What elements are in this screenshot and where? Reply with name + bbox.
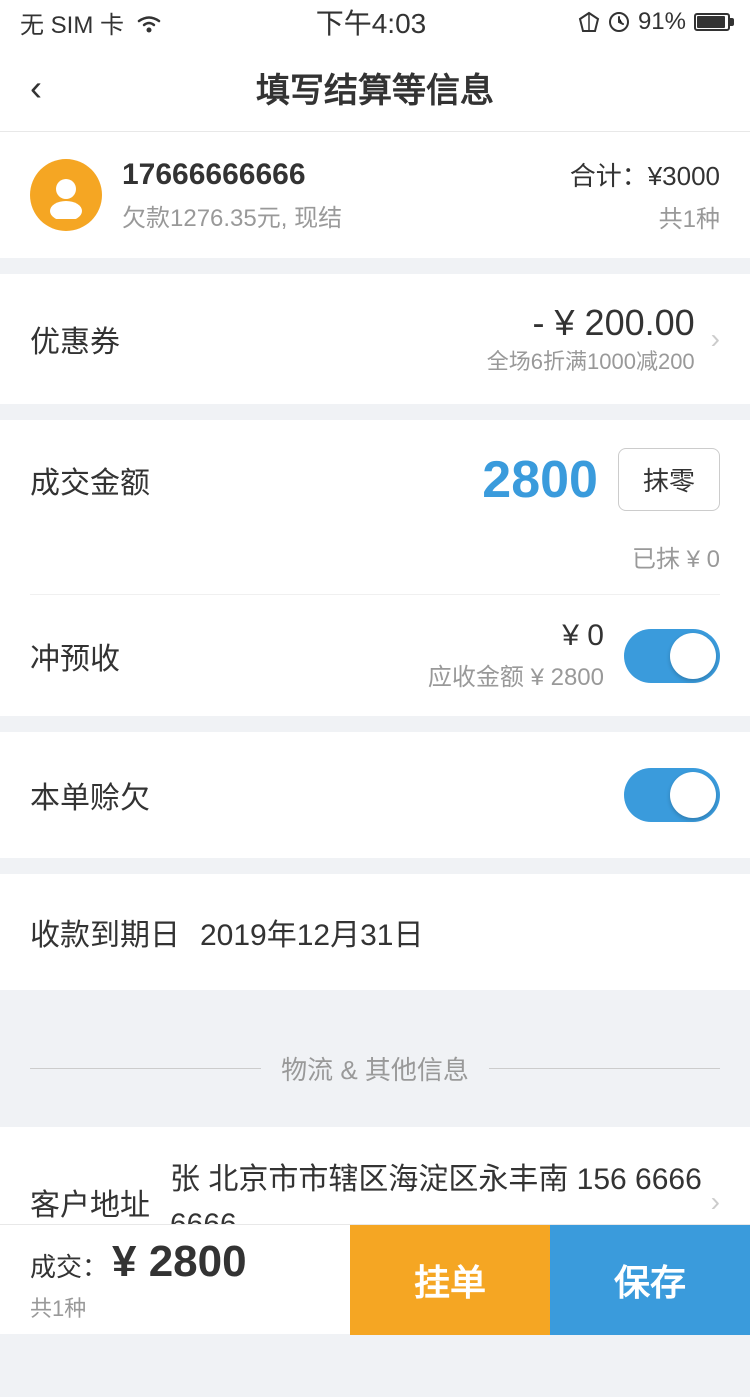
coupon-row[interactable]: 优惠券 - ¥ 200.00 全场6折满1000减200 ›: [0, 274, 750, 404]
customer-left: 17666666666 欠款1276.35元, 现结: [30, 158, 342, 233]
prepay-toggle[interactable]: [624, 629, 720, 683]
toggle-knob: [670, 633, 716, 679]
location-icon: [578, 11, 600, 33]
prepay-amount-block: ¥ 0 应收金额 ¥ 2800: [428, 619, 604, 692]
bottom-amount: ¥ 2800: [112, 1237, 247, 1287]
total-count: 共1种: [570, 199, 720, 234]
status-right: 91%: [578, 8, 730, 36]
avatar-icon: [42, 171, 90, 219]
coupon-right-block: - ¥ 200.00 全场6折满1000减200: [487, 302, 695, 376]
logistics-label: 物流 & 其他信息: [281, 1050, 469, 1087]
prepay-amount: ¥ 0: [428, 619, 604, 653]
bottom-count: 共1种: [30, 1291, 320, 1323]
sim-label: 无 SIM 卡: [20, 5, 124, 40]
save-button[interactable]: 保存: [550, 1225, 750, 1335]
deal-amount-row: 成交金额 2800 抹零: [0, 420, 750, 539]
bad-debt-toggle-knob: [670, 772, 716, 818]
bad-debt-toggle[interactable]: [624, 768, 720, 822]
back-button[interactable]: ‹: [30, 67, 42, 109]
deal-amount-right: 2800 抹零: [482, 448, 720, 511]
deal-amount-value: 2800: [482, 450, 598, 510]
address-label: 客户地址: [30, 1180, 150, 1224]
prepay-right: ¥ 0 应收金额 ¥ 2800: [428, 619, 720, 692]
avatar: [30, 159, 102, 231]
round-zero-button[interactable]: 抹零: [618, 448, 720, 511]
nav-bar: ‹ 填写结算等信息: [0, 44, 750, 132]
battery-icon: [694, 13, 730, 31]
pending-button[interactable]: 挂单: [350, 1225, 550, 1335]
coupon-desc: 全场6折满1000减200: [487, 344, 695, 376]
bottom-bar: 成交： ¥ 2800 共1种 挂单 保存: [0, 1224, 750, 1334]
sep-line-left: [30, 1068, 261, 1069]
due-date-label: 收款到期日: [30, 910, 180, 954]
status-bar: 无 SIM 卡 下午4:03 91%: [0, 0, 750, 44]
customer-phone: 17666666666: [122, 158, 342, 192]
customer-debt: 欠款1276.35元, 现结: [122, 198, 342, 233]
due-date-row: 收款到期日 2019年12月31日: [0, 874, 750, 990]
coupon-label: 优惠券: [30, 317, 120, 361]
prepay-receivable: 应收金额 ¥ 2800: [428, 657, 604, 692]
wifi-icon: [134, 11, 164, 33]
prepay-label: 冲预收: [30, 634, 120, 678]
coupon-right: - ¥ 200.00 全场6折满1000减200 ›: [487, 302, 720, 376]
deal-sub-text: 已抹 ¥ 0: [0, 539, 750, 594]
address-chevron-icon: ›: [711, 1186, 720, 1218]
content-area: 17666666666 欠款1276.35元, 现结 合计：¥3000 共1种 …: [0, 132, 750, 1397]
page-title: 填写结算等信息: [256, 63, 494, 112]
clock-icon: [608, 11, 630, 33]
sep-line-right: [489, 1068, 720, 1069]
due-date-value: 2019年12月31日: [200, 910, 423, 954]
prepay-row: 冲预收 ¥ 0 应收金额 ¥ 2800: [0, 595, 750, 716]
coupon-amount: - ¥ 200.00: [487, 302, 695, 344]
customer-total: 合计：¥3000 共1种: [570, 156, 720, 234]
status-left: 无 SIM 卡: [20, 5, 164, 40]
bad-debt-row: 本单赊欠: [0, 732, 750, 858]
bottom-deal-label: 成交：: [30, 1247, 108, 1284]
chevron-right-icon: ›: [711, 323, 720, 355]
bottom-summary: 成交： ¥ 2800 共1种: [0, 1237, 350, 1323]
logistics-separator: 物流 & 其他信息: [0, 1026, 750, 1111]
bad-debt-label: 本单赊欠: [30, 773, 150, 817]
total-label: 合计：¥3000: [570, 156, 720, 193]
customer-details: 17666666666 欠款1276.35元, 现结: [122, 158, 342, 233]
status-time: 下午4:03: [316, 2, 427, 42]
battery-percent: 91%: [638, 8, 686, 36]
deal-amount-section: 成交金额 2800 抹零 已抹 ¥ 0 冲预收 ¥ 0 应收金额 ¥ 2800: [0, 420, 750, 716]
customer-info-card: 17666666666 欠款1276.35元, 现结 合计：¥3000 共1种: [0, 132, 750, 258]
deal-amount-label: 成交金额: [30, 458, 150, 502]
